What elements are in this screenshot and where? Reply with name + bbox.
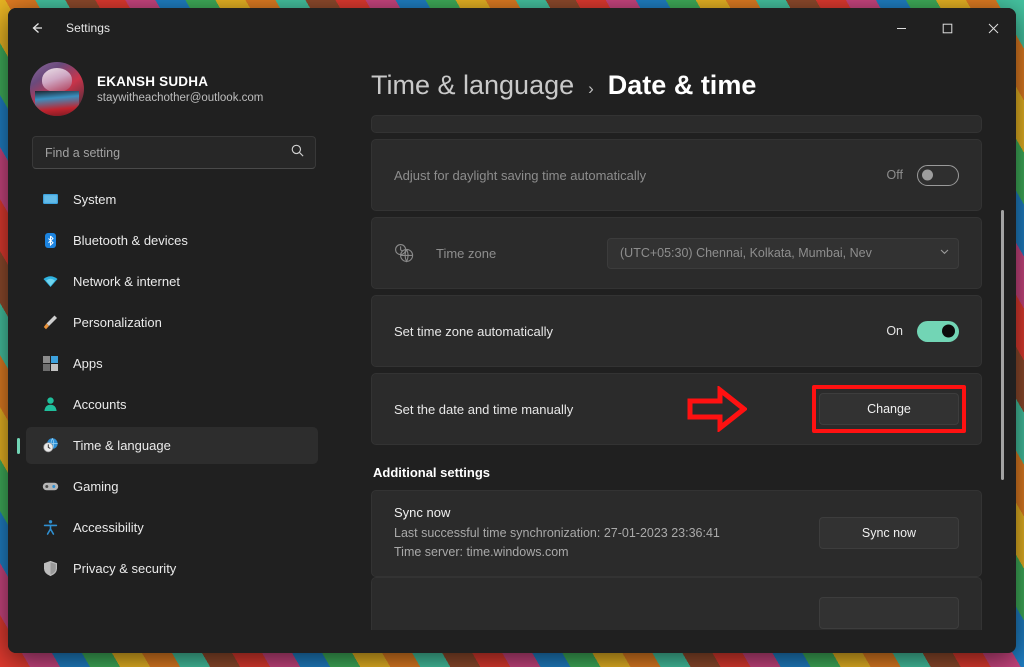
sidebar-item-label: Gaming [73,479,119,494]
sidebar-nav: System Bluetooth & devices Network & int… [8,181,338,587]
time-zone-label: Time zone [436,245,497,261]
last-sync-text: Last successful time synchronization: 27… [394,526,720,540]
auto-time-zone-state: On [886,324,903,338]
time-server-text: Time server: time.windows.com [394,544,569,559]
shield-icon [42,560,59,577]
settings-window: Settings EKANSH SUDHA staywitheachother@… [8,8,1016,653]
sidebar-item-label: System [73,192,117,207]
sync-text-block: Sync now Last successful time synchroniz… [394,505,819,562]
sync-now-card: Sync now Last successful time synchroniz… [371,490,982,577]
person-icon [42,396,59,413]
red-arrow-annotation [687,386,747,432]
sidebar-item-network-internet[interactable]: Network & internet [26,263,318,300]
back-arrow-icon[interactable] [20,13,54,43]
manual-datetime-row[interactable]: Set the date and time manually Change [371,373,982,445]
manual-datetime-label: Set the date and time manually [394,401,574,417]
sidebar-item-gaming[interactable]: Gaming [26,468,318,505]
time-zone-row[interactable]: Time zone (UTC+05:30) Chennai, Kolkata, … [371,217,982,289]
chevron-right-icon: › [588,79,594,98]
minimize-button[interactable] [878,8,924,48]
breadcrumb: Time & language › Date & time [371,48,1016,115]
sidebar-item-bluetooth-devices[interactable]: Bluetooth & devices [26,222,318,259]
sidebar-item-label: Network & internet [73,274,180,289]
account-email: staywitheachother@outlook.com [97,92,264,104]
daylight-saving-label: Adjust for daylight saving time automati… [394,167,647,183]
sidebar-item-label: Bluetooth & devices [73,233,188,248]
clock-globe-icon [42,437,59,454]
sync-title: Sync now [394,505,451,520]
account-block[interactable]: EKANSH SUDHA staywitheachother@outlook.c… [8,48,338,130]
search-icon [290,143,305,163]
wifi-icon [42,273,59,290]
chevron-down-icon [939,246,950,260]
sidebar-item-label: Time & language [73,438,171,453]
auto-time-zone-label: Set time zone automatically [394,323,553,339]
sidebar-item-privacy-security[interactable]: Privacy & security [26,550,318,587]
change-button[interactable]: Change [819,393,959,425]
daylight-saving-state: Off [886,168,903,182]
daylight-saving-toggle[interactable] [917,164,959,186]
partial-card-bottom[interactable] [371,576,982,630]
partial-card-top [371,115,982,133]
apps-icon [42,355,59,372]
sidebar-item-accessibility[interactable]: Accessibility [26,509,318,546]
accessibility-icon [42,519,59,536]
sidebar-item-personalization[interactable]: Personalization [26,304,318,341]
time-zone-dropdown[interactable]: (UTC+05:30) Chennai, Kolkata, Mumbai, Ne… [607,237,959,269]
daylight-saving-row[interactable]: Adjust for daylight saving time automati… [371,139,982,211]
page-title: Date & time [607,70,757,100]
vertical-scrollbar[interactable] [1001,210,1004,480]
sidebar-item-label: Accounts [73,397,127,412]
time-zone-value: (UTC+05:30) Chennai, Kolkata, Mumbai, Ne… [620,246,872,260]
clock-globe-icon [394,243,416,263]
window-title: Settings [66,21,111,35]
sidebar-item-apps[interactable]: Apps [26,345,318,382]
sync-now-button[interactable]: Sync now [819,517,959,550]
auto-time-zone-toggle-wrap: On [886,320,959,342]
daylight-saving-toggle-wrap: Off [886,164,959,186]
close-button[interactable] [970,8,1016,48]
auto-time-zone-toggle[interactable] [917,320,959,342]
additional-settings-heading: Additional settings [373,465,490,480]
sidebar-item-system[interactable]: System [26,181,318,218]
breadcrumb-parent[interactable]: Time & language [371,70,574,101]
sidebar-item-label: Apps [73,356,103,371]
account-name: EKANSH SUDHA [97,74,209,89]
sidebar-item-label: Privacy & security [73,561,177,576]
sidebar: EKANSH SUDHA staywitheachother@outlook.c… [8,48,338,653]
search-box[interactable] [32,136,316,169]
sidebar-item-label: Accessibility [73,520,144,535]
sidebar-item-accounts[interactable]: Accounts [26,386,318,423]
paintbrush-icon [42,314,59,331]
auto-time-zone-row[interactable]: Set time zone automatically On [371,295,982,367]
main-content: Time & language › Date & time Adjust for… [338,48,1016,653]
gamepad-icon [42,478,59,495]
title-bar: Settings [8,8,1016,48]
partial-card-button[interactable] [819,596,959,629]
avatar [30,62,84,116]
window-controls [878,8,1016,48]
search-input[interactable] [45,145,290,160]
sidebar-item-time-language[interactable]: Time & language [26,427,318,464]
bluetooth-icon [42,232,59,249]
sidebar-item-label: Personalization [73,315,162,330]
maximize-button[interactable] [924,8,970,48]
settings-scroll-area: Adjust for daylight saving time automati… [371,115,1016,630]
change-button-holder: Change [687,385,966,433]
system-icon [42,191,59,208]
